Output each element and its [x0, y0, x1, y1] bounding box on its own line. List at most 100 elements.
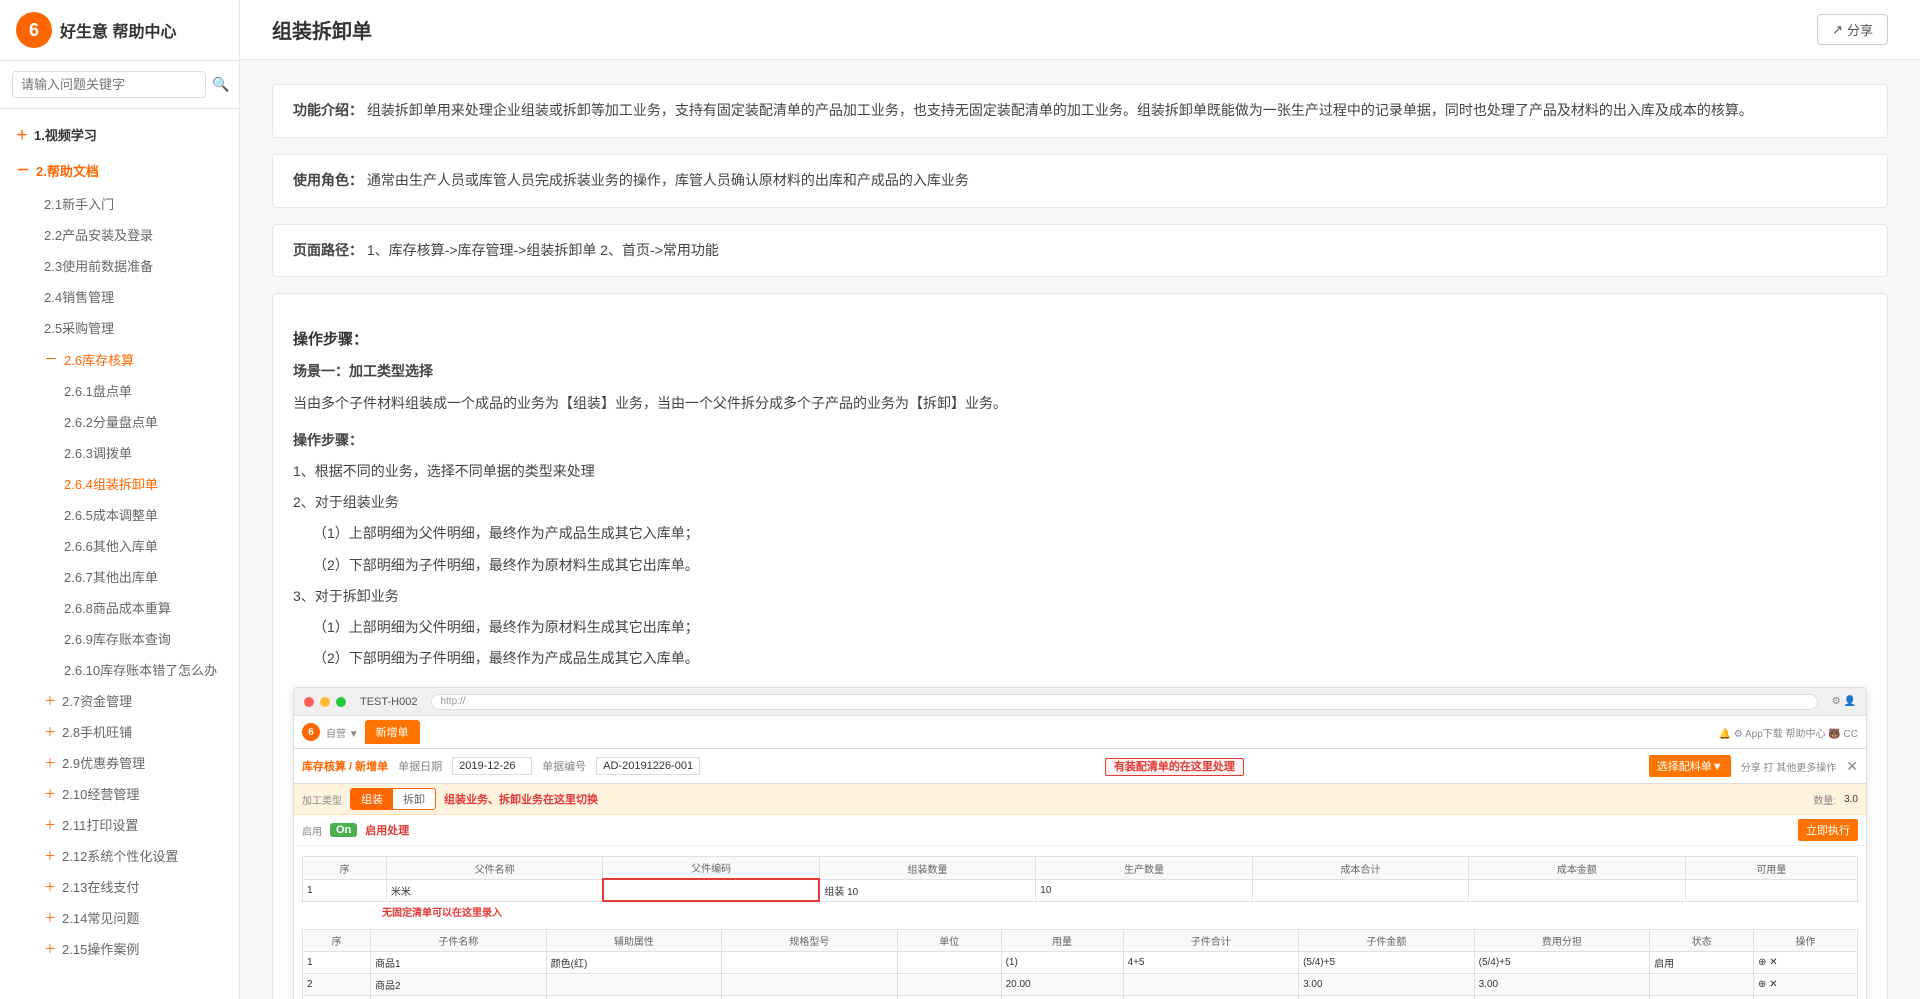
sub-table-row: 1 商品1 颜色(红) (1) 4+5 (5/4)+5 (5/4)+5 启用	[303, 952, 1858, 974]
disassemble-tab[interactable]: 拆卸	[393, 789, 435, 809]
sub-col-name: 子件名称	[371, 930, 547, 952]
nav-list: ＋ 1.视频学习 － 2.帮助文档 2.1新手入门 2.2产品安装及登录 2.3…	[0, 109, 239, 999]
ss-top-icons: 🔔 ⚙ App下载 帮助中心 🐻 CC	[1719, 725, 1858, 740]
app-logo-small: 6	[302, 723, 320, 741]
path-block: 页面路径： 1、库存核算->库存管理->组装拆卸单 2、首页->常用功能	[272, 224, 1888, 278]
sidebar-item-install[interactable]: 2.2产品安装及登录	[28, 219, 239, 250]
screenshot-test-id: TEST-H002	[360, 696, 417, 708]
sub-col-fee: 费用分担	[1474, 930, 1650, 952]
plus-icon6: ＋	[44, 816, 56, 833]
app-nav: 6 自营 ▼ 新增单 🔔 ⚙ App下载 帮助中心 🐻 CC	[294, 716, 1866, 749]
enable-label: 启用	[302, 823, 322, 838]
nav-icons: ⚙ 👤	[1832, 696, 1856, 707]
type-bar: 加工类型 组装 拆卸 组装业务、拆卸业务在这里切换 数量: 3.0	[294, 784, 1866, 815]
sub-col-amt: 子件金额	[1299, 930, 1475, 952]
sidebar-item-splitstock[interactable]: 2.6.2分量盘点单	[48, 406, 239, 437]
annotation-center: 有装配清单的在这里处理	[710, 758, 1639, 774]
parent-code-field[interactable]	[603, 879, 819, 901]
sidebar-item-inventory[interactable]: － 2.6库存核算	[28, 343, 239, 375]
sidebar-item-stockcheck[interactable]: 2.6.1盘点单	[48, 375, 239, 406]
share-icon: ↗	[1832, 22, 1843, 38]
sidebar-item-print[interactable]: ＋ 2.11打印设置	[28, 809, 239, 840]
main-header: 组装拆卸单 ↗ 分享	[240, 0, 1920, 60]
url-bar: http://	[431, 694, 1817, 710]
app-title: 好生意 帮助中心	[60, 18, 176, 42]
close-dot	[304, 697, 314, 707]
sidebar-item-purchase[interactable]: 2.5采购管理	[28, 312, 239, 343]
table-row: 1 米米 组装 10 10	[303, 879, 1858, 901]
plus-icon3: ＋	[44, 723, 56, 740]
sidebar-item-accounterr[interactable]: 2.6.10库存账本错了怎么办	[48, 654, 239, 685]
screenshot-container: TEST-H002 http:// ⚙ 👤 6 自营 ▼ 新增单 🔔 ⚙ App…	[293, 687, 1867, 999]
sidebar-item-ops[interactable]: ＋ 2.10经营管理	[28, 778, 239, 809]
enable-bar: 启用 On 启用处理 立即执行	[294, 815, 1866, 846]
sidebar-header: 6 好生意 帮助中心	[0, 0, 239, 61]
doc-num-label: 单据编号	[542, 758, 586, 774]
screenshot-bar: TEST-H002 http:// ⚙ 👤	[294, 688, 1866, 716]
sidebar-item-mobile[interactable]: ＋ 2.8手机旺铺	[28, 716, 239, 747]
sidebar-item-assemble[interactable]: 2.6.4组装拆卸单	[48, 468, 239, 499]
sidebar-item-stockquery[interactable]: 2.6.9库存账本查询	[48, 623, 239, 654]
scene1-desc: 当由多个子件材料组装成一个成品的业务为【组装】业务，当由一个父件拆分成多个子产品…	[293, 391, 1867, 416]
sidebar-item-otherin[interactable]: 2.6.6其他入库单	[48, 530, 239, 561]
doc-type: 库存核算 / 新增单	[302, 758, 388, 774]
annotation2-label: 组装业务、拆卸业务在这里切换	[444, 791, 598, 807]
qty-label: 数量:	[1813, 792, 1836, 807]
sidebar-item-dataprep[interactable]: 2.3使用前数据准备	[28, 250, 239, 281]
plus-icon9: ＋	[44, 909, 56, 926]
annotation1-label: 有装配清单的在这里处理	[1105, 758, 1244, 776]
plus-icon5: ＋	[44, 785, 56, 802]
search-icon[interactable]: 🔍	[212, 76, 229, 93]
plus-icon8: ＋	[44, 878, 56, 895]
sidebar-item-sales[interactable]: 2.4销售管理	[28, 281, 239, 312]
share-button[interactable]: ↗ 分享	[1817, 14, 1888, 45]
sidebar-item-video[interactable]: ＋ 1.视频学习	[0, 117, 239, 152]
sidebar-item-goodscost[interactable]: 2.6.8商品成本重算	[48, 592, 239, 623]
qty-value: 3.0	[1844, 794, 1858, 805]
tab-inventory[interactable]: 新增单	[365, 720, 420, 744]
close-btn[interactable]: ✕	[1846, 758, 1858, 775]
step2: 2、对于组装业务	[293, 490, 1867, 515]
steps-title: 操作步骤：	[293, 428, 1867, 453]
plus-icon7: ＋	[44, 847, 56, 864]
scene1-title: 场景一：加工类型选择	[293, 359, 1867, 384]
doc-ops: 分享 打 其他更多操作	[1741, 759, 1837, 774]
sidebar-item-newuser[interactable]: 2.1新手入门	[28, 188, 239, 219]
date-field[interactable]: 2019-12-26	[452, 757, 532, 775]
select-bill-btn[interactable]: 选择配料单▼	[1649, 755, 1731, 777]
step1: 1、根据不同的业务，选择不同单据的类型来处理	[293, 459, 1867, 484]
step3-1: （1）上部明细为父件明细，最终作为原材料生成其它出库单；	[313, 615, 1867, 640]
sub-col-attr: 辅助属性	[546, 930, 722, 952]
col-seq: 序	[303, 857, 387, 880]
ops-heading: 操作步骤：	[293, 328, 1867, 349]
plus-icon2: ＋	[44, 692, 56, 709]
on-badge-wrapper: On	[330, 823, 357, 837]
sidebar-item-coupon[interactable]: ＋ 2.9优惠券管理	[28, 747, 239, 778]
execute-btn[interactable]: 立即执行	[1798, 819, 1858, 841]
sidebar-item-costadj[interactable]: 2.6.5成本调整单	[48, 499, 239, 530]
sidebar-item-otherout[interactable]: 2.6.7其他出库单	[48, 561, 239, 592]
sidebar: 6 好生意 帮助中心 🔍 ＋ 1.视频学习 － 2.帮助文档 2.1新手入门 2…	[0, 0, 240, 999]
sub-col-op: 操作	[1754, 930, 1858, 952]
step3-2: （2）下部明细为子件明细，最终作为产成品生成其它入库单。	[313, 646, 1867, 671]
sidebar-item-personalize[interactable]: ＋ 2.12系统个性化设置	[28, 840, 239, 871]
sidebar-item-faq[interactable]: ＋ 2.14常见问题	[28, 902, 239, 933]
sidebar-item-adjust[interactable]: 2.6.3调拨单	[48, 437, 239, 468]
docnum-field[interactable]: AD-20191226-001	[596, 757, 700, 775]
on-badge[interactable]: On	[330, 823, 357, 837]
annotation4-label: 无固定清单可以在这里录入	[382, 904, 1858, 919]
sidebar-item-capital[interactable]: ＋ 2.7资金管理	[28, 685, 239, 716]
sidebar-item-online[interactable]: ＋ 2.13在线支付	[28, 871, 239, 902]
sidebar-item-cases[interactable]: ＋ 2.15操作案例	[28, 933, 239, 964]
main: 组装拆卸单 ↗ 分享 功能介绍： 组装拆卸单用来处理企业组装或拆卸等加工业务，支…	[240, 0, 1920, 999]
assemble-tab[interactable]: 组装	[351, 789, 393, 809]
intro-block: 功能介绍： 组装拆卸单用来处理企业组装或拆卸等加工业务，支持有固定装配清单的产品…	[272, 84, 1888, 138]
sub-col-qty: 用量	[1001, 930, 1123, 952]
sidebar-item-helpdoc[interactable]: － 2.帮助文档	[0, 152, 239, 188]
search-input[interactable]	[12, 71, 206, 98]
sub-col-seq: 序	[303, 930, 371, 952]
maximize-dot	[336, 697, 346, 707]
col-avail: 可用量	[1685, 857, 1857, 880]
logo-icon: 6	[16, 12, 52, 48]
sub-col-subtotal: 子件合计	[1123, 930, 1299, 952]
